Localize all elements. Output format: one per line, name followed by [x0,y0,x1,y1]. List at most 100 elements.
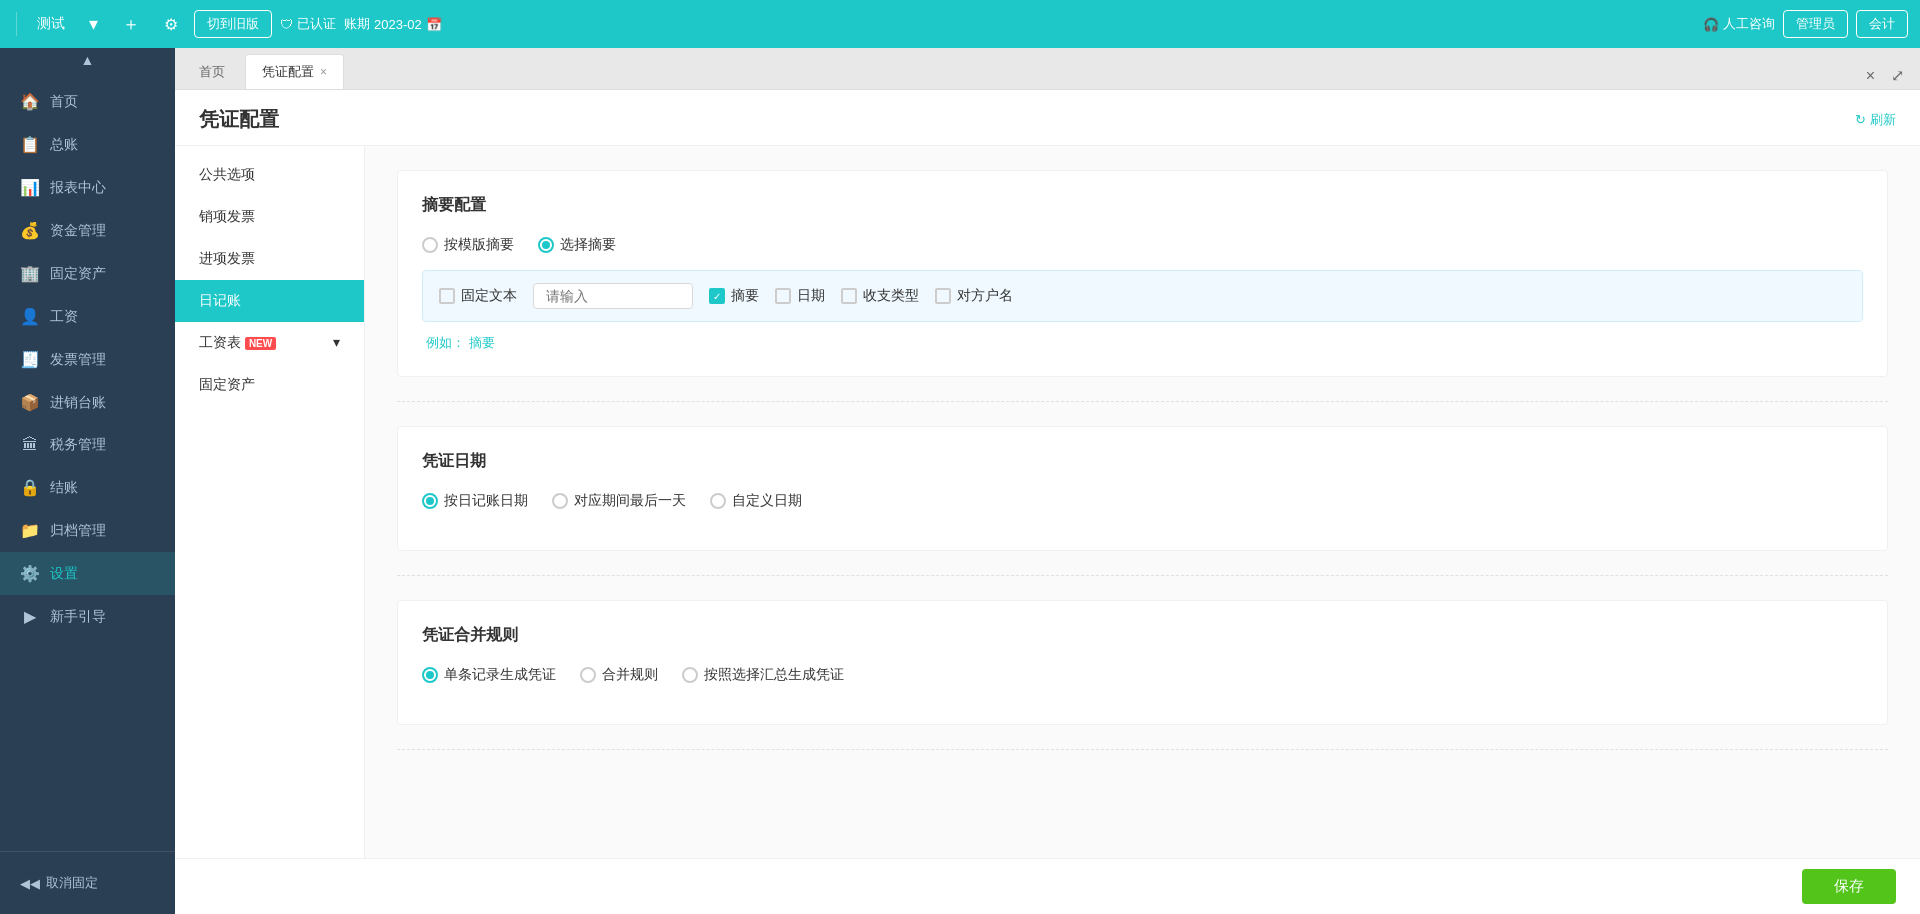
radio-custom-date-label: 自定义日期 [732,492,802,510]
summary-radio-group: 按模版摘要 选择摘要 [422,236,1863,254]
cancel-fixed-label: 取消固定 [46,874,98,892]
sidebar-item-label-archive: 归档管理 [50,522,106,540]
checkbox-summary[interactable]: ✓ 摘要 [709,287,759,305]
tab-voucher-config[interactable]: 凭证配置 × [245,54,344,89]
reports-icon: 📊 [20,178,40,197]
sidebar-item-label-tax: 税务管理 [50,436,106,454]
payroll-icon: 👤 [20,307,40,326]
summary-radio-template[interactable]: 按模版摘要 [422,236,514,254]
sidebar-item-label-assets: 固定资产 [50,265,106,283]
sidebar-item-label-settings: 设置 [50,565,78,583]
divider-1 [397,401,1888,402]
radio-diary-date[interactable]: 按日记账日期 [422,492,528,510]
checkbox-counterparty[interactable]: 对方户名 [935,287,1013,305]
funds-icon: 💰 [20,221,40,240]
sidebar-item-label-reports: 报表中心 [50,179,106,197]
config-main: 摘要配置 按模版摘要 选择摘要 [365,146,1920,858]
checkbox-counterparty-box [935,288,951,304]
save-button[interactable]: 保存 [1802,869,1896,904]
sidebar-scroll-up[interactable]: ▲ [0,48,175,72]
checkbox-summary-label: 摘要 [731,287,759,305]
expand-window-button[interactable]: ⤢ [1887,62,1908,89]
page-inner: 凭证配置 ↻ 刷新 公共选项销项发票进项发票日记账工资表 NEW ▾固定资产 [175,90,1920,914]
voucher-date-title: 凭证日期 [422,451,1863,472]
radio-circle-custom-date [710,493,726,509]
radio-circle-select [538,237,554,253]
sidebar-item-sales[interactable]: 📦进销台账 [0,381,175,424]
checkbox-fixed-text[interactable]: 固定文本 [439,287,517,305]
sidebar-item-label-payroll: 工资 [50,308,78,326]
radio-period-last[interactable]: 对应期间最后一天 [552,492,686,510]
radio-period-last-label: 对应期间最后一天 [574,492,686,510]
radio-summary-generate-label: 按照选择汇总生成凭证 [704,666,844,684]
config-layout: 公共选项销项发票进项发票日记账工资表 NEW ▾固定资产 摘要配置 [175,146,1920,858]
config-nav-item-sales_invoice[interactable]: 销项发票 [175,196,364,238]
refresh-button[interactable]: ↻ 刷新 [1855,111,1896,129]
voucher-merge-title: 凭证合并规则 [422,625,1863,646]
sidebar-item-settings[interactable]: ⚙️设置 [0,552,175,595]
sidebar-item-label-guide: 新手引导 [50,608,106,626]
config-nav-item-diary[interactable]: 日记账 [175,280,364,322]
radio-summary-generate[interactable]: 按照选择汇总生成凭证 [682,666,844,684]
sidebar-item-label-ledger: 总账 [50,136,78,154]
fixed-text-input[interactable] [533,283,693,309]
config-nav-item-payroll_table[interactable]: 工资表 NEW ▾ [175,322,364,364]
home-icon: 🏠 [20,92,40,111]
calendar-icon[interactable]: 📅 [426,17,442,32]
invoice-icon: 🧾 [20,350,40,369]
sidebar-item-guide[interactable]: ▶ 新手引导 [0,595,175,638]
radio-single[interactable]: 单条记录生成凭证 [422,666,556,684]
example-prefix: 例如： [426,335,465,350]
sidebar-item-reports[interactable]: 📊 报表中心 [0,166,175,209]
config-nav-item-public[interactable]: 公共选项 [175,154,364,196]
sidebar-item-ledger[interactable]: 📋总账 [0,123,175,166]
close-window-button[interactable]: × [1862,63,1879,89]
bottom-bar: 保存 [175,858,1920,914]
account-period: 账期 2023-02 📅 [344,15,442,33]
dropdown-arrow[interactable]: ▾ [81,9,106,39]
top-bar: 测试 ▾ ＋ ⚙ 切到旧版 🛡 已认证 账期 2023-02 📅 🎧 人工咨询 … [0,0,1920,48]
radio-circle-summary-generate [682,667,698,683]
close-icon: 🔒 [20,478,40,497]
switch-old-version-button[interactable]: 切到旧版 [194,10,272,38]
verified-badge: 🛡 已认证 [280,15,336,33]
checkbox-payment-type[interactable]: 收支类型 [841,287,919,305]
summary-radio-select[interactable]: 选择摘要 [538,236,616,254]
tab-home[interactable]: 首页 [183,55,241,89]
config-nav-item-fixed_assets[interactable]: 固定资产 [175,364,364,406]
config-nav-item-purchase_invoice[interactable]: 进项发票 [175,238,364,280]
cancel-fixed-button[interactable]: ◀◀ 取消固定 [0,864,175,902]
guide-icon: ▶ [20,607,40,626]
page-content: 凭证配置 ↻ 刷新 公共选项销项发票进项发票日记账工资表 NEW ▾固定资产 [175,90,1920,914]
sidebar-item-close[interactable]: 🔒结账 [0,466,175,509]
sidebar-item-archive[interactable]: 📁归档管理 [0,509,175,552]
checkbox-date[interactable]: 日期 [775,287,825,305]
account-period-label: 账期 [344,15,370,33]
summary-radio-select-label: 选择摘要 [560,236,616,254]
consult-button[interactable]: 🎧 人工咨询 [1703,15,1775,33]
admin-button[interactable]: 管理员 [1783,10,1848,38]
sidebar-item-tax[interactable]: 🏛 税务管理 [0,424,175,466]
sidebar-item-label-funds: 资金管理 [50,222,106,240]
sidebar-item-payroll[interactable]: 👤 工资 [0,295,175,338]
config-sidenav: 公共选项销项发票进项发票日记账工资表 NEW ▾固定资产 [175,146,365,858]
add-button[interactable]: ＋ [114,8,148,40]
sidebar-item-assets[interactable]: 🏢固定资产 [0,252,175,295]
tax-icon: 🏛 [20,436,40,454]
accountant-button[interactable]: 会计 [1856,10,1908,38]
page-header: 凭证配置 ↻ 刷新 [175,90,1920,146]
window-controls: × ⤢ [1850,62,1920,89]
top-bar-right: 🎧 人工咨询 管理员 会计 [1703,10,1908,38]
radio-merge-rule[interactable]: 合并规则 [580,666,658,684]
main-area: ▲ 🏠首页📋总账📊报表中心💰资金管理🏢固定资产👤工资🧾发票管理📦进销台账🏛税务管… [0,48,1920,914]
settings-button[interactable]: ⚙ [156,11,186,38]
sidebar-item-invoice[interactable]: 🧾发票管理 [0,338,175,381]
sidebar-item-home[interactable]: 🏠首页 [0,80,175,123]
tab-close-button[interactable]: × [320,65,327,79]
summary-config-title: 摘要配置 [422,195,1863,216]
radio-custom-date[interactable]: 自定义日期 [710,492,802,510]
sidebar-item-funds[interactable]: 💰 资金管理 [0,209,175,252]
voucher-merge-radio-group: 单条记录生成凭证 合并规则 按照选择汇总生成凭证 [422,666,1863,684]
radio-single-label: 单条记录生成凭证 [444,666,556,684]
verified-label: 已认证 [297,15,336,33]
